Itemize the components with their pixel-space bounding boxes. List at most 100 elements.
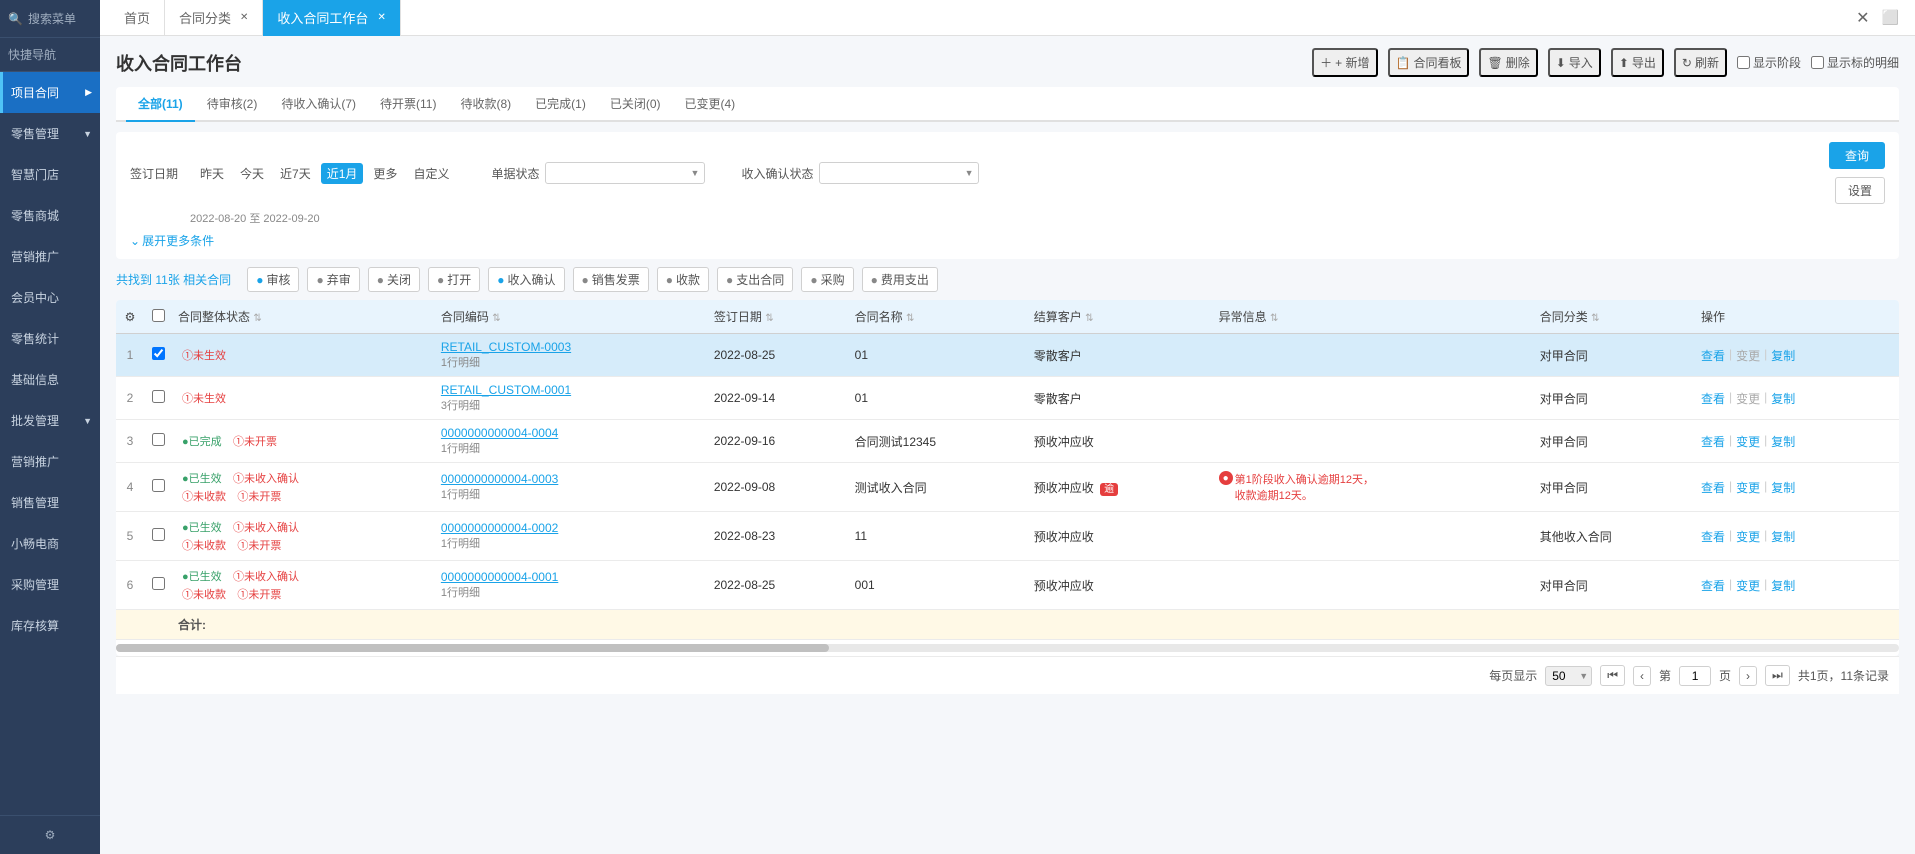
sub-tab-changed[interactable]: 已变更(4) <box>673 87 748 122</box>
date-btn-last7[interactable]: 近7天 <box>274 163 317 184</box>
show-stage-input[interactable] <box>1737 56 1750 69</box>
row-checkbox[interactable] <box>144 334 172 377</box>
expand-filter-btn[interactable]: ⌄ 展开更多条件 <box>130 232 1885 249</box>
row-checkbox[interactable] <box>144 377 172 420</box>
tab-income-workbench[interactable]: 收入合同工作台 ✕ <box>263 0 400 36</box>
row-checkbox[interactable] <box>144 512 172 561</box>
import-btn[interactable]: ⬇ 导入 <box>1548 48 1601 77</box>
sort-customer-icon[interactable]: ⇅ <box>1085 313 1093 324</box>
expense-pay-btn[interactable]: ● 费用支出 <box>862 267 938 292</box>
sort-error-icon[interactable]: ⇅ <box>1270 313 1278 324</box>
op-copy[interactable]: 复制 <box>1771 347 1795 364</box>
close-contract-btn[interactable]: ● 关闭 <box>368 267 420 292</box>
contract-code-link[interactable]: RETAIL_CUSTOM-0003 <box>441 340 702 354</box>
op-view[interactable]: 查看 <box>1701 390 1725 407</box>
row-checkbox[interactable] <box>144 561 172 610</box>
per-page-select[interactable]: 20 50 100 <box>1545 666 1592 686</box>
op-copy[interactable]: 复制 <box>1771 433 1795 450</box>
income-confirm-select[interactable] <box>819 162 979 184</box>
sales-invoice-btn[interactable]: ● 销售发票 <box>573 267 649 292</box>
sidebar-nav[interactable]: 快捷导航 <box>0 38 100 72</box>
sub-tab-completed[interactable]: 已完成(1) <box>523 87 598 122</box>
date-btn-yesterday[interactable]: 昨天 <box>194 163 230 184</box>
delete-btn[interactable]: 🗑 删除 <box>1479 48 1537 77</box>
receipt-btn[interactable]: ● 收款 <box>657 267 709 292</box>
show-mark-input[interactable] <box>1811 56 1824 69</box>
date-btn-more[interactable]: 更多 <box>367 163 403 184</box>
op-change[interactable]: 变更 <box>1736 479 1760 496</box>
sub-tab-closed[interactable]: 已关闭(0) <box>598 87 673 122</box>
sidebar-item-retail-stat[interactable]: 零售统计 <box>0 318 100 359</box>
row-checkbox[interactable] <box>144 420 172 463</box>
sidebar-item-inventory[interactable]: 库存核算 <box>0 605 100 646</box>
contract-board-btn[interactable]: 📋 合同看板 <box>1388 48 1470 77</box>
next-page-btn[interactable]: › <box>1739 666 1757 686</box>
op-copy[interactable]: 复制 <box>1771 479 1795 496</box>
select-all-checkbox[interactable] <box>152 309 165 322</box>
abandon-btn[interactable]: ● 弃审 <box>307 267 359 292</box>
refresh-btn[interactable]: ↻ 刷新 <box>1674 48 1727 77</box>
last-page-btn[interactable]: ⏭ <box>1765 665 1790 686</box>
date-btn-today[interactable]: 今天 <box>234 163 270 184</box>
sidebar-settings[interactable]: ⚙ <box>0 815 100 854</box>
contract-code-link[interactable]: 0000000000004-0001 <box>441 570 702 584</box>
row-checkbox[interactable] <box>144 463 172 512</box>
date-btn-custom[interactable]: 自定义 <box>407 163 455 184</box>
sidebar-item-sales-mgmt[interactable]: 销售管理 <box>0 482 100 523</box>
window-resize-btn[interactable]: ⬜ <box>1876 9 1905 26</box>
new-btn[interactable]: ＋ + 新增 <box>1312 48 1377 77</box>
op-view[interactable]: 查看 <box>1701 347 1725 364</box>
date-btn-last1month[interactable]: 近1月 <box>321 163 364 184</box>
tab-home[interactable]: 首页 <box>110 0 165 36</box>
contract-code-link[interactable]: RETAIL_CUSTOM-0001 <box>441 383 702 397</box>
sort-name-icon[interactable]: ⇅ <box>906 313 914 324</box>
filter-settings-btn[interactable]: 设置 <box>1835 177 1885 204</box>
op-view[interactable]: 查看 <box>1701 528 1725 545</box>
tab-contract-cat[interactable]: 合同分类 ✕ <box>165 0 263 36</box>
op-change[interactable]: 变更 <box>1736 390 1760 407</box>
sub-tab-pending-confirm[interactable]: 待收入确认(7) <box>269 87 368 122</box>
op-change[interactable]: 变更 <box>1736 577 1760 594</box>
export-btn[interactable]: ⬆ 导出 <box>1611 48 1664 77</box>
sort-status-icon[interactable]: ⇅ <box>253 313 261 324</box>
doc-status-select[interactable] <box>545 162 705 184</box>
sidebar-item-purchase[interactable]: 采购管理 <box>0 564 100 605</box>
op-change[interactable]: 变更 <box>1736 347 1760 364</box>
contract-code-link[interactable]: 0000000000004-0002 <box>441 521 702 535</box>
sort-code-icon[interactable]: ⇅ <box>492 313 500 324</box>
sidebar-item-marketing2[interactable]: 营销推广 <box>0 441 100 482</box>
sidebar-item-wholesale[interactable]: 批发管理 ▼ <box>0 400 100 441</box>
tab-income-workbench-close[interactable]: ✕ <box>377 12 385 23</box>
op-copy[interactable]: 复制 <box>1771 577 1795 594</box>
show-stage-checkbox[interactable]: 显示阶段 <box>1737 54 1801 71</box>
op-change[interactable]: 变更 <box>1736 528 1760 545</box>
op-copy[interactable]: 复制 <box>1771 528 1795 545</box>
contract-code-link[interactable]: 0000000000004-0004 <box>441 426 702 440</box>
query-btn[interactable]: 查询 <box>1829 142 1885 169</box>
op-view[interactable]: 查看 <box>1701 577 1725 594</box>
col-settings[interactable]: ⚙ <box>116 300 144 334</box>
open-contract-btn[interactable]: ● 打开 <box>428 267 480 292</box>
op-view[interactable]: 查看 <box>1701 479 1725 496</box>
op-change[interactable]: 变更 <box>1736 433 1760 450</box>
prev-page-btn[interactable]: ‹ <box>1633 666 1651 686</box>
window-close-btn[interactable]: ✕ <box>1850 8 1875 28</box>
purchase-btn[interactable]: ● 采购 <box>801 267 853 292</box>
show-mark-checkbox[interactable]: 显示标的明细 <box>1811 54 1899 71</box>
income-confirm-btn[interactable]: ● 收入确认 <box>488 267 564 292</box>
col-checkbox[interactable] <box>144 300 172 334</box>
expense-out-btn[interactable]: ● 支出合同 <box>717 267 793 292</box>
sidebar-item-marketing[interactable]: 营销推广 <box>0 236 100 277</box>
sort-category-icon[interactable]: ⇅ <box>1591 313 1599 324</box>
sub-tab-all[interactable]: 全部(11) <box>126 87 195 122</box>
page-input[interactable] <box>1679 666 1711 686</box>
contract-code-link[interactable]: 0000000000004-0003 <box>441 472 702 486</box>
sub-tab-pending-invoice[interactable]: 待开票(11) <box>368 87 448 122</box>
audit-btn[interactable]: ● 审核 <box>247 267 299 292</box>
sidebar-item-retail-mgmt[interactable]: 零售管理 ▼ <box>0 113 100 154</box>
sidebar-item-base-info[interactable]: 基础信息 <box>0 359 100 400</box>
tab-contract-cat-close[interactable]: ✕ <box>240 12 248 23</box>
sub-tab-pending-receipt[interactable]: 待收款(8) <box>448 87 523 122</box>
sidebar-item-ecommerce[interactable]: 小畅电商 <box>0 523 100 564</box>
sort-date-icon[interactable]: ⇅ <box>765 313 773 324</box>
